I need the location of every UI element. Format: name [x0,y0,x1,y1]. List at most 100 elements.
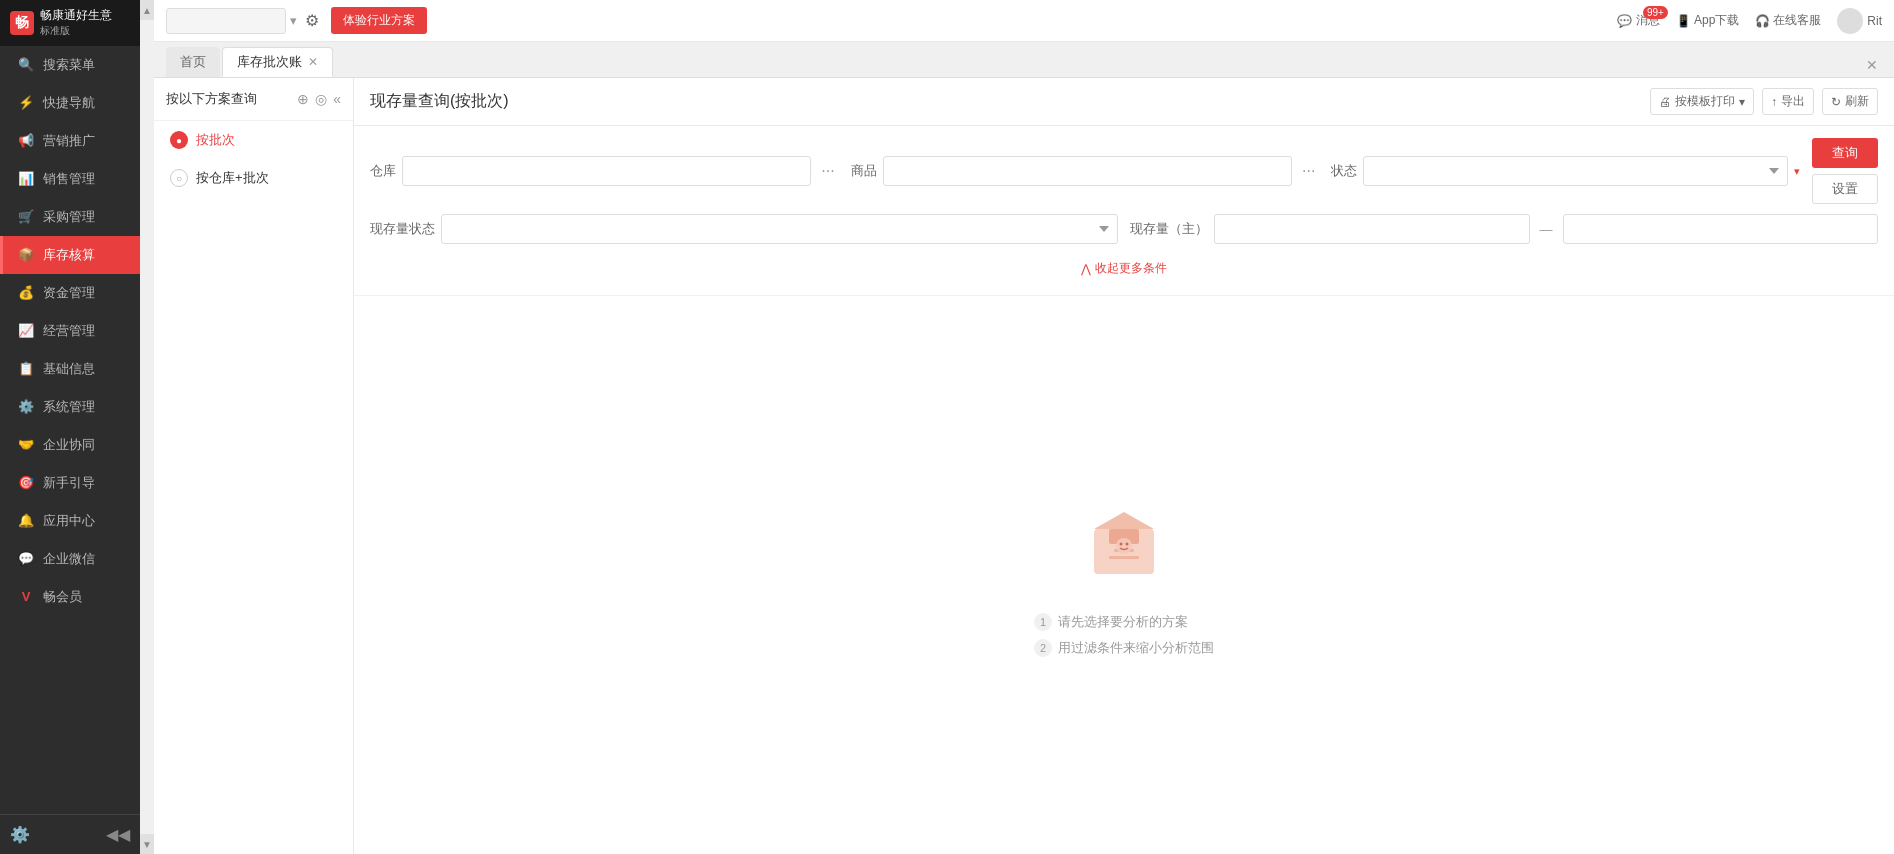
newbie-nav-icon: 🎯 [17,474,35,492]
sidebar-item-wechat[interactable]: 💬 企业微信 [0,540,140,578]
settings-footer-icon[interactable]: ⚙️ [10,825,30,844]
topbar-app-download[interactable]: 📱 App下载 [1676,12,1739,29]
inventory-qty-max-input[interactable] [1563,214,1879,244]
sidebar-item-finance[interactable]: 💰 资金管理 [0,274,140,312]
print-button[interactable]: 🖨 按模板打印 ▾ [1650,88,1754,115]
export-button[interactable]: ↑ 导出 [1762,88,1814,115]
content-area: 按以下方案查询 ⊕ ◎ « ● 按批次 ○ 按仓库+批次 现存量查询(按批次) [154,78,1894,854]
settings-scheme-icon[interactable]: ◎ [315,91,327,107]
experience-button[interactable]: 体验行业方案 [331,7,427,34]
topbar-settings-icon[interactable]: ⚙ [305,11,319,30]
tab-close-all-icon[interactable]: ✕ [1862,53,1882,77]
scheme-item-by-batch[interactable]: ● 按批次 [154,121,353,159]
sidebar-item-label: 企业微信 [43,550,95,568]
sidebar-item-label: 资金管理 [43,284,95,302]
sidebar-item-search[interactable]: 🔍 搜索菜单 [0,46,140,84]
sidebar-item-quick[interactable]: ⚡ 快捷导航 [0,84,140,122]
filter-warehouse: 仓库 ··· [370,156,839,186]
filter-area: 仓库 ··· 商品 ··· 状态 ▾ [354,126,1894,296]
sidebar-item-label: 采购管理 [43,208,95,226]
sidebar-item-inventory[interactable]: 📦 库存核算 [0,236,140,274]
app-download-icon: 📱 [1676,14,1691,28]
user-name: Rit [1867,14,1882,28]
user-avatar [1837,8,1863,34]
tip-num-1: 1 [1034,613,1052,631]
service-icon: 🎧 [1755,14,1770,28]
collapse-more-btn[interactable]: ⋀ 收起更多条件 [370,254,1878,283]
sidebar-item-vip[interactable]: V 畅会员 [0,578,140,616]
topbar-dropdown-icon[interactable]: ▾ [290,13,297,28]
sidebar-item-marketing[interactable]: 📢 营销推广 [0,122,140,160]
column-settings-button[interactable]: 设置 [1812,174,1878,204]
marketing-nav-icon: 📢 [17,132,35,150]
refresh-button[interactable]: ↻ 刷新 [1822,88,1878,115]
sidebar-item-newbie[interactable]: 🎯 新手引导 [0,464,140,502]
message-badge: 99+ [1643,6,1668,19]
print-icon: 🖨 [1659,95,1671,109]
apps-nav-icon: 🔔 [17,512,35,530]
scheme-icon-red: ● [170,131,188,149]
tab-batch-close-icon[interactable]: ✕ [308,55,318,69]
left-panel-title: 按以下方案查询 [166,90,257,108]
add-scheme-icon[interactable]: ⊕ [297,91,309,107]
left-panel-actions: ⊕ ◎ « [297,91,341,107]
warehouse-filter-more-icon[interactable]: ··· [817,162,838,180]
goods-filter-input[interactable] [883,156,1292,186]
sidebar-item-sales[interactable]: 📊 销售管理 [0,160,140,198]
page-header: 现存量查询(按批次) 🖨 按模板打印 ▾ ↑ 导出 ↻ 刷新 [354,78,1894,126]
sidebar-item-enterprise[interactable]: 🤝 企业协同 [0,426,140,464]
goods-filter-more-icon[interactable]: ··· [1298,162,1319,180]
left-panel-header: 按以下方案查询 ⊕ ◎ « [154,78,353,121]
svg-rect-4 [1109,556,1139,559]
sidebar-item-purchase[interactable]: 🛒 采购管理 [0,198,140,236]
scheme-item-by-warehouse-batch[interactable]: ○ 按仓库+批次 [154,159,353,197]
empty-illustration [1074,494,1174,597]
tabbar: 首页 库存批次账 ✕ ✕ [154,42,1894,78]
filter-status: 状态 ▾ [1331,156,1800,186]
sidebar-item-operations[interactable]: 📈 经营管理 [0,312,140,350]
tab-batch[interactable]: 库存批次账 ✕ [222,47,333,77]
status-filter-expand-icon[interactable]: ▾ [1794,165,1800,178]
page-actions: 🖨 按模板打印 ▾ ↑ 导出 ↻ 刷新 [1650,88,1878,115]
status-filter-select[interactable] [1363,156,1788,186]
filter-row-1: 仓库 ··· 商品 ··· 状态 ▾ [370,138,1878,204]
sidebar-item-system[interactable]: ⚙️ 系统管理 [0,388,140,426]
goods-filter-label: 商品 [851,162,877,180]
qty-range-dash: — [1536,222,1557,237]
scroll-down-button[interactable]: ▼ [140,834,154,854]
scheme-label-by-warehouse-batch: 按仓库+批次 [196,169,269,187]
sidebar-item-label: 企业协同 [43,436,95,454]
warehouse-filter-input[interactable] [402,156,811,186]
export-icon: ↑ [1771,95,1777,109]
topbar-search-input[interactable] [166,8,286,34]
collapse-sidebar-icon[interactable]: ◀◀ [106,825,130,844]
app-subtitle: 标准版 [40,24,112,38]
sidebar-scrollbar: ▲ ▼ [140,0,154,854]
sidebar-nav: 🔍 搜索菜单 ⚡ 快捷导航 📢 营销推广 📊 销售管理 🛒 采购管理 📦 库存核… [0,46,140,814]
sidebar-item-label: 经营管理 [43,322,95,340]
operations-nav-icon: 📈 [17,322,35,340]
sidebar-item-label: 畅会员 [43,588,82,606]
scroll-up-button[interactable]: ▲ [140,0,154,20]
app-title: 畅康通好生意 [40,8,112,24]
inventory-qty-min-input[interactable] [1214,214,1530,244]
sidebar-item-apps[interactable]: 🔔 应用中心 [0,502,140,540]
sidebar-item-label: 搜索菜单 [43,56,95,74]
query-button[interactable]: 查询 [1812,138,1878,168]
empty-tip-2: 2 用过滤条件来缩小分析范围 [1034,639,1214,657]
sidebar-item-basic[interactable]: 📋 基础信息 [0,350,140,388]
topbar-online-service[interactable]: 🎧 在线客服 [1755,12,1821,29]
print-label: 按模板打印 [1675,93,1735,110]
topbar-user[interactable]: Rit [1837,8,1882,34]
finance-nav-icon: 💰 [17,284,35,302]
inventory-nav-icon: 📦 [17,246,35,264]
inventory-status-select[interactable] [441,214,1118,244]
basic-nav-icon: 📋 [17,360,35,378]
svg-marker-1 [1094,512,1154,529]
wechat-nav-icon: 💬 [17,550,35,568]
purchase-nav-icon: 🛒 [17,208,35,226]
topbar-message[interactable]: 💬 消息 99+ [1617,12,1660,29]
collapse-panel-icon[interactable]: « [333,91,341,107]
export-label: 导出 [1781,93,1805,110]
tab-home[interactable]: 首页 [166,47,220,77]
